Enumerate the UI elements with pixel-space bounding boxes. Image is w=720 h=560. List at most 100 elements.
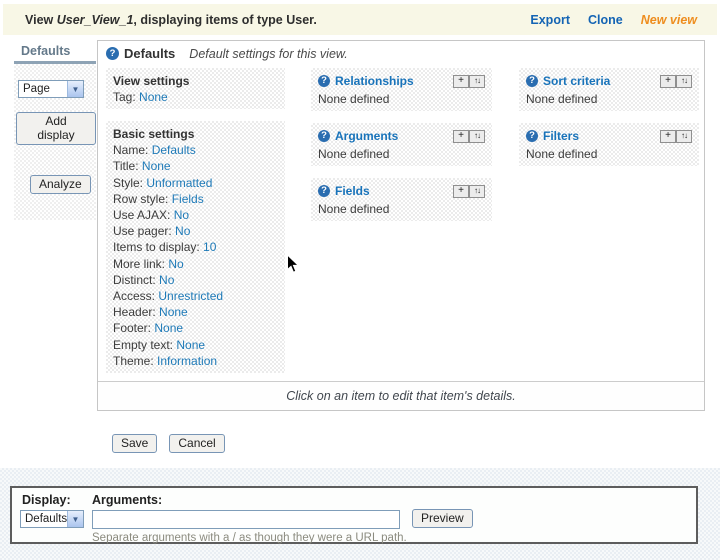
panel-footer-note: Click on an item to edit that item's det… [98,381,704,410]
page-title-prefix: View [25,12,57,27]
basic-settings-box: Basic settings Name: Defaults Title: Non… [106,121,285,373]
view-name: User_View_1 [56,12,134,27]
sidebar-body: Page ▼ Add display Analyze [14,64,96,220]
relationships-box: ? Relationships + ↑↓ None defined [311,68,492,111]
setting-title-link[interactable]: None [142,159,171,173]
display-sidebar: Defaults Page ▼ Add display Analyze [14,40,96,223]
setting-row: Distinct: No [113,272,175,287]
setting-row: Footer: None [113,321,184,336]
header-links: Export Clone New view [530,13,697,27]
arguments-input[interactable] [92,510,400,529]
setting-ajax-link[interactable]: No [174,208,189,222]
sort-criteria-box: ? Sort criteria + ↑↓ None defined [519,68,699,111]
add-display-button[interactable]: Add display [16,112,96,145]
clone-link[interactable]: Clone [588,13,623,27]
setting-tag-link[interactable]: None [139,90,168,104]
panel-header: ? Defaults Default settings for this vie… [106,46,348,61]
page-title-suffix: , displaying items of type User. [133,12,317,27]
add-icon[interactable]: + [660,129,676,143]
help-icon[interactable]: ? [318,75,330,87]
panel-subtitle: Default settings for this view. [189,46,348,61]
preview-region: Display: Arguments: Defaults ▼ Preview S… [0,468,720,560]
setting-row: Empty text: None [113,337,206,352]
fields-title-link[interactable]: Fields [335,183,370,199]
tab-defaults[interactable]: Defaults [14,40,96,64]
status-message-bar: View User_View_1, displaying items of ty… [3,4,717,35]
empty-text: None defined [318,147,390,161]
view-settings-box: View settings Tag: None [106,68,285,109]
preview-display-value: Defaults [25,513,67,525]
setting-footer-link[interactable]: None [154,321,183,335]
filters-box: ? Filters + ↑↓ None defined [519,123,699,166]
empty-text: None defined [526,92,598,106]
setting-row: Style: Unformatted [113,175,213,190]
setting-row: Name: Defaults [113,143,196,158]
setting-row: Theme: Information [113,353,218,368]
help-icon[interactable]: ? [318,185,330,197]
setting-style-link[interactable]: Unformatted [146,176,212,190]
help-icon[interactable]: ? [526,75,538,87]
empty-text: None defined [318,202,390,216]
setting-row: Items to display: 10 [113,240,217,255]
view-settings-title: View settings [113,74,190,88]
basic-settings-title: Basic settings [113,127,195,142]
setting-row: More link: No [113,256,184,271]
export-link[interactable]: Export [530,13,570,27]
form-actions: Save Cancel [112,434,225,453]
setting-header-link[interactable]: None [159,305,188,319]
add-icon[interactable]: + [453,129,469,143]
setting-row-style-link[interactable]: Fields [172,192,204,206]
setting-theme-link[interactable]: Information [157,354,217,368]
chevron-down-icon: ▼ [67,511,83,527]
rearrange-icon[interactable]: ↑↓ [676,129,692,143]
rearrange-icon[interactable]: ↑↓ [469,129,485,143]
help-icon[interactable]: ? [526,130,538,142]
setting-row: Use AJAX: No [113,208,190,223]
help-icon[interactable]: ? [106,47,119,60]
add-icon[interactable]: + [453,184,469,198]
setting-more-link[interactable]: No [168,257,183,271]
help-icon[interactable]: ? [318,130,330,142]
column-basic: View settings Tag: None Basic settings N… [106,68,285,385]
chevron-down-icon: ▼ [67,81,83,97]
setting-row: Tag: None [113,90,168,104]
arguments-box: ? Arguments + ↑↓ None defined [311,123,492,166]
setting-row: Title: None [113,159,171,174]
preview-display-select[interactable]: Defaults ▼ [20,510,84,528]
display-label: Display: [22,493,71,507]
empty-text: None defined [318,92,390,106]
fields-box: ? Fields + ↑↓ None defined [311,178,492,221]
arguments-title-link[interactable]: Arguments [335,128,398,144]
rearrange-icon[interactable]: ↑↓ [469,74,485,88]
setting-access-link[interactable]: Unrestricted [158,289,223,303]
relationships-title-link[interactable]: Relationships [335,73,414,89]
analyze-button[interactable]: Analyze [30,175,91,194]
arguments-label: Arguments: [92,493,163,507]
new-view-link[interactable]: New view [641,13,697,27]
rearrange-icon[interactable]: ↑↓ [469,184,485,198]
page-title: View User_View_1, displaying items of ty… [25,13,317,27]
display-settings-panel: ? Defaults Default settings for this vie… [97,40,705,411]
setting-distinct-link[interactable]: No [159,273,174,287]
rearrange-icon[interactable]: ↑↓ [676,74,692,88]
preview-button[interactable]: Preview [412,509,473,528]
column-middle: ? Relationships + ↑↓ None defined ? Argu… [311,68,492,233]
setting-row: Use pager: No [113,224,191,239]
add-icon[interactable]: + [453,74,469,88]
setting-row: Access: Unrestricted [113,289,224,304]
save-button[interactable]: Save [112,434,158,453]
cancel-button[interactable]: Cancel [169,434,225,453]
filters-title-link[interactable]: Filters [543,128,579,144]
setting-row: Row style: Fields [113,191,204,206]
empty-text: None defined [526,147,598,161]
preview-panel: Display: Arguments: Defaults ▼ Preview S… [10,486,698,544]
arguments-help-text: Separate arguments with a / as though th… [92,532,407,544]
setting-name-link[interactable]: Defaults [152,143,196,157]
add-icon[interactable]: + [660,74,676,88]
setting-empty-link[interactable]: None [176,338,205,352]
setting-items-link[interactable]: 10 [203,240,216,254]
sort-criteria-title-link[interactable]: Sort criteria [543,73,610,89]
setting-pager-link[interactable]: No [175,224,190,238]
column-right: ? Sort criteria + ↑↓ None defined ? Filt… [519,68,699,178]
add-display-type-select[interactable]: Page ▼ [18,80,84,98]
